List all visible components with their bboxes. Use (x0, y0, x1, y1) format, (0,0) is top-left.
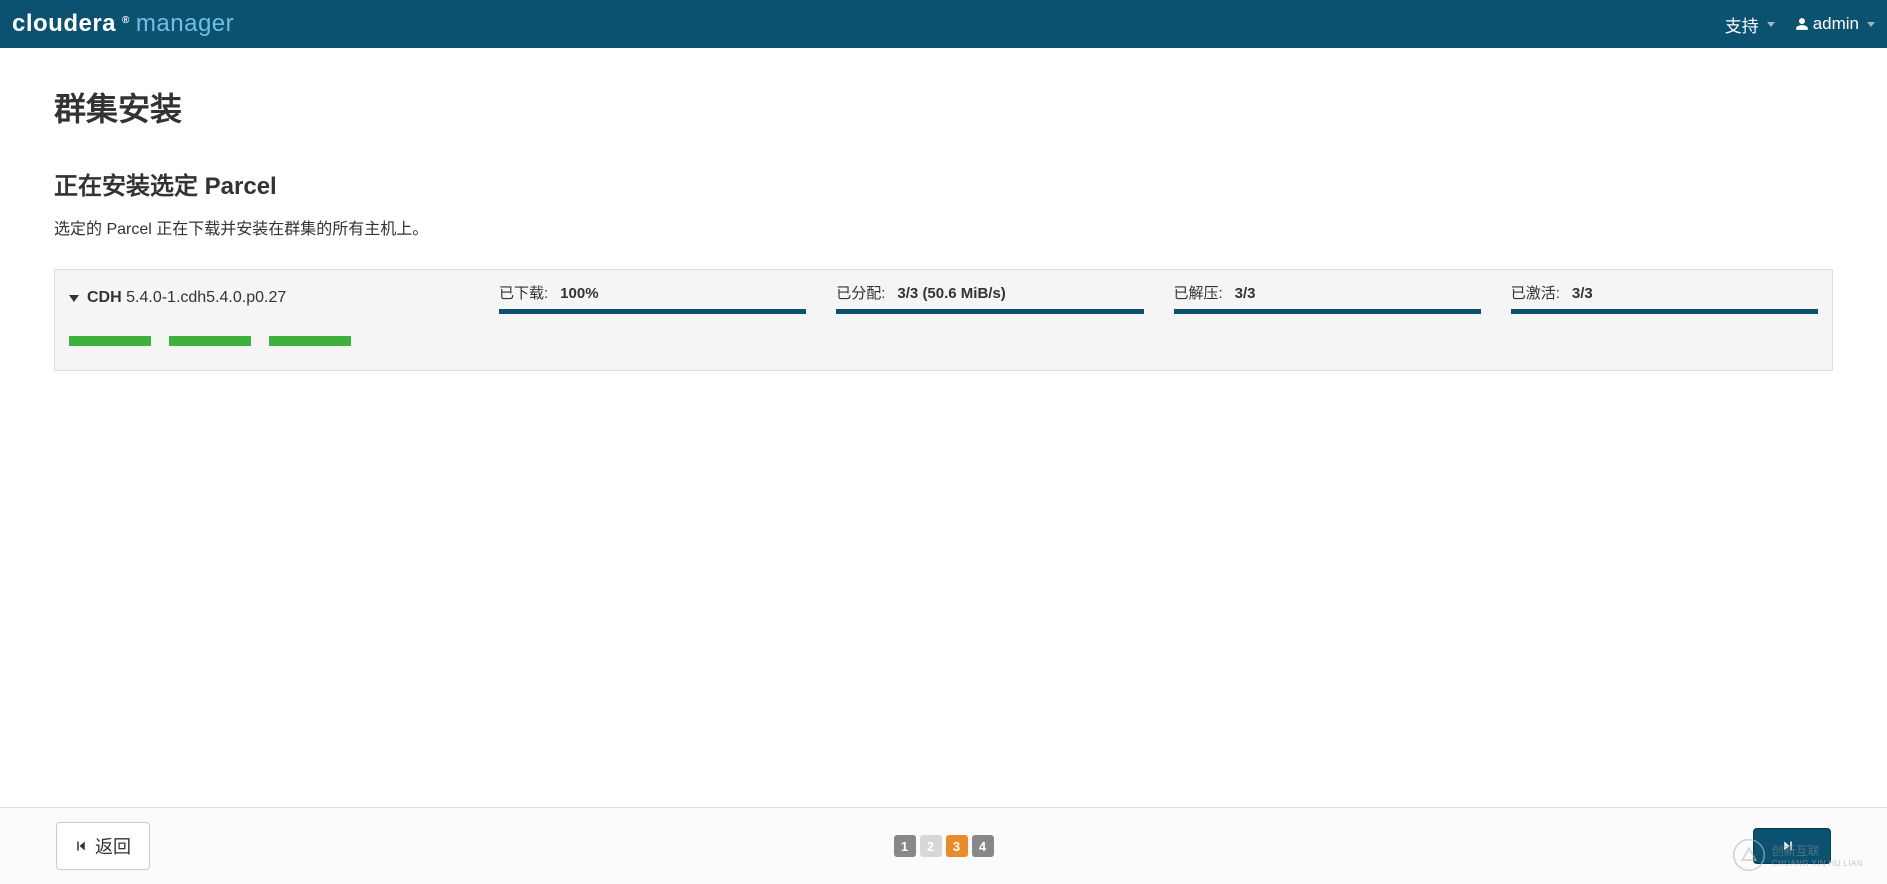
stage-value: 3/3 (50.6 MiB/s) (897, 285, 1005, 302)
parcel-name: CDH 5.4.0-1.cdh5.4.0.p0.27 (87, 289, 286, 307)
host-segment (169, 336, 251, 346)
host-segment (69, 336, 151, 346)
host-segment (269, 336, 351, 346)
step-indicator: 1 2 3 4 (894, 835, 994, 857)
user-icon (1795, 17, 1809, 31)
step-3[interactable]: 3 (946, 835, 968, 857)
stage-downloaded: 已下载: 100% (499, 282, 806, 314)
stage-value: 3/3 (1572, 285, 1593, 302)
stage-unpacked: 已解压: 3/3 (1174, 282, 1481, 314)
page-title: 群集安装 (54, 84, 1833, 130)
stage-activated: 已激活: 3/3 (1511, 282, 1818, 314)
brand-cloudera: cloudera (12, 10, 116, 38)
nav-right: 支持 admin (1725, 12, 1875, 37)
parcel-row: CDH 5.4.0-1.cdh5.4.0.p0.27 已下载: 100% 已分配… (55, 270, 1832, 330)
progress-bar (1511, 309, 1818, 314)
wizard-footer: 返回 1 2 3 4 (0, 807, 1887, 884)
support-menu[interactable]: 支持 (1725, 12, 1775, 37)
section-description: 选定的 Parcel 正在下载并安装在群集的所有主机上。 (54, 215, 1833, 239)
parcel-name-version: 5.4.0-1.cdh5.4.0.p0.27 (126, 289, 286, 306)
skip-end-icon (1782, 839, 1794, 853)
host-row (55, 330, 1832, 370)
stage-label: 已解压: (1174, 282, 1223, 303)
support-label: 支持 (1725, 12, 1759, 37)
brand-manager: manager (136, 10, 234, 38)
user-menu[interactable]: admin (1795, 14, 1875, 34)
progress-bar (836, 309, 1143, 314)
continue-button[interactable] (1753, 828, 1831, 864)
brand-trademark-icon: ® (122, 15, 130, 26)
caret-down-icon (1867, 22, 1875, 27)
chevron-down-icon (69, 295, 79, 302)
stage-distributed: 已分配: 3/3 (50.6 MiB/s) (836, 282, 1143, 314)
caret-down-icon (1767, 22, 1775, 27)
progress-bar (499, 309, 806, 314)
user-label: admin (1813, 14, 1859, 34)
section-subheading: 正在安装选定 Parcel (54, 166, 1833, 201)
stage-value: 100% (560, 285, 598, 302)
top-navbar: cloudera ® manager 支持 admin (0, 0, 1887, 48)
back-button[interactable]: 返回 (56, 822, 150, 870)
progress-bar (1174, 309, 1481, 314)
main-container: 群集安装 正在安装选定 Parcel 选定的 Parcel 正在下载并安装在群集… (0, 48, 1887, 371)
back-button-label: 返回 (95, 833, 131, 859)
parcel-name-prefix: CDH (87, 289, 122, 306)
brand-logo[interactable]: cloudera ® manager (12, 10, 234, 38)
stage-value: 3/3 (1235, 285, 1256, 302)
parcel-panel: CDH 5.4.0-1.cdh5.4.0.p0.27 已下载: 100% 已分配… (54, 269, 1833, 371)
stage-label: 已下载: (499, 282, 548, 303)
step-4[interactable]: 4 (972, 835, 994, 857)
step-1[interactable]: 1 (894, 835, 916, 857)
skip-start-icon (75, 839, 87, 853)
parcel-toggle[interactable]: CDH 5.4.0-1.cdh5.4.0.p0.27 (69, 289, 469, 307)
step-2[interactable]: 2 (920, 835, 942, 857)
stage-label: 已激活: (1511, 282, 1560, 303)
footer-right (1753, 828, 1831, 864)
stage-label: 已分配: (836, 282, 885, 303)
